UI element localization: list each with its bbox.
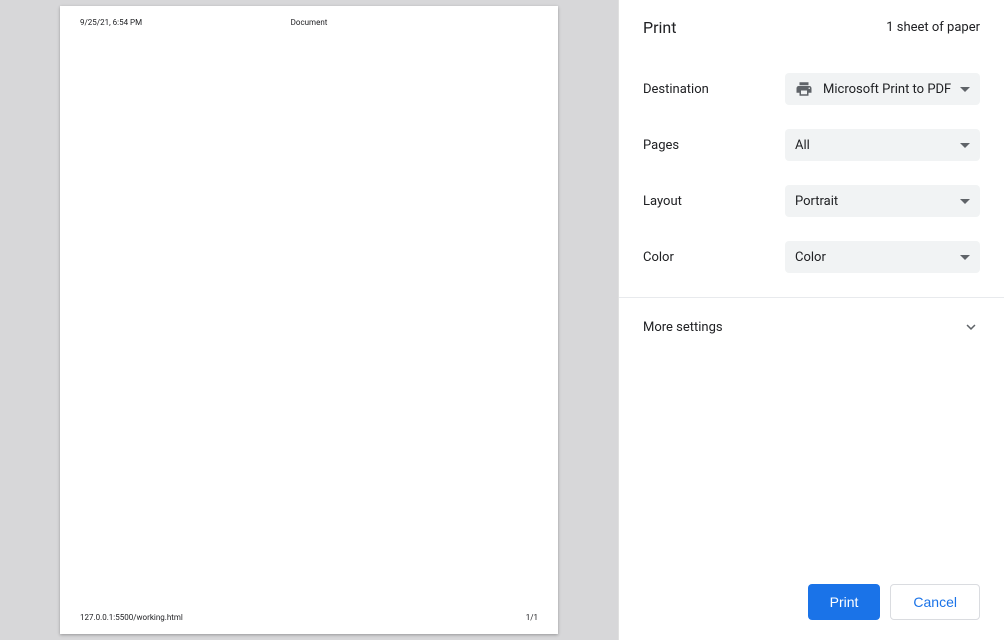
- chevron-down-icon: [960, 143, 970, 148]
- print-button[interactable]: Print: [808, 584, 881, 620]
- pages-value: All: [795, 138, 810, 153]
- pages-select[interactable]: All: [785, 129, 980, 161]
- more-settings-toggle[interactable]: More settings: [619, 298, 1004, 356]
- printer-icon: [795, 80, 813, 98]
- destination-value: Microsoft Print to PDF: [823, 82, 951, 97]
- button-bar: Print Cancel: [619, 568, 1004, 640]
- page-preview-footer: 127.0.0.1:5500/working.html 1/1: [80, 613, 538, 622]
- pages-row: Pages All: [643, 117, 980, 173]
- cancel-button[interactable]: Cancel: [890, 584, 980, 620]
- panel-title: Print: [643, 18, 676, 37]
- panel-header: Print 1 sheet of paper: [619, 0, 1004, 55]
- destination-row: Destination Microsoft Print to PDF: [643, 61, 980, 117]
- more-settings-label: More settings: [643, 320, 723, 335]
- sheet-count: 1 sheet of paper: [886, 20, 980, 35]
- color-label: Color: [643, 250, 785, 265]
- layout-row: Layout Portrait: [643, 173, 980, 229]
- layout-value: Portrait: [795, 194, 838, 209]
- destination-select[interactable]: Microsoft Print to PDF: [785, 73, 980, 105]
- preview-timestamp: 9/25/21, 6:54 PM: [80, 18, 142, 27]
- page-preview-header: 9/25/21, 6:54 PM Document: [80, 18, 538, 27]
- preview-page-indicator: 1/1: [526, 613, 538, 622]
- color-value: Color: [795, 250, 826, 265]
- pages-label: Pages: [643, 138, 785, 153]
- page-preview: 9/25/21, 6:54 PM Document 127.0.0.1:5500…: [60, 6, 558, 634]
- preview-footer-url: 127.0.0.1:5500/working.html: [80, 613, 183, 622]
- layout-label: Layout: [643, 194, 785, 209]
- print-preview-area: 9/25/21, 6:54 PM Document 127.0.0.1:5500…: [0, 0, 618, 640]
- destination-label: Destination: [643, 82, 785, 97]
- print-settings-panel: Print 1 sheet of paper Destination Micro…: [618, 0, 1004, 640]
- chevron-down-icon: [960, 199, 970, 204]
- chevron-down-icon: [960, 87, 970, 92]
- color-row: Color Color: [643, 229, 980, 285]
- preview-doc-title: Document: [291, 18, 328, 27]
- settings-section: Destination Microsoft Print to PDF Pages…: [619, 55, 1004, 291]
- color-select[interactable]: Color: [785, 241, 980, 273]
- chevron-down-icon: [962, 318, 980, 336]
- layout-select[interactable]: Portrait: [785, 185, 980, 217]
- chevron-down-icon: [960, 255, 970, 260]
